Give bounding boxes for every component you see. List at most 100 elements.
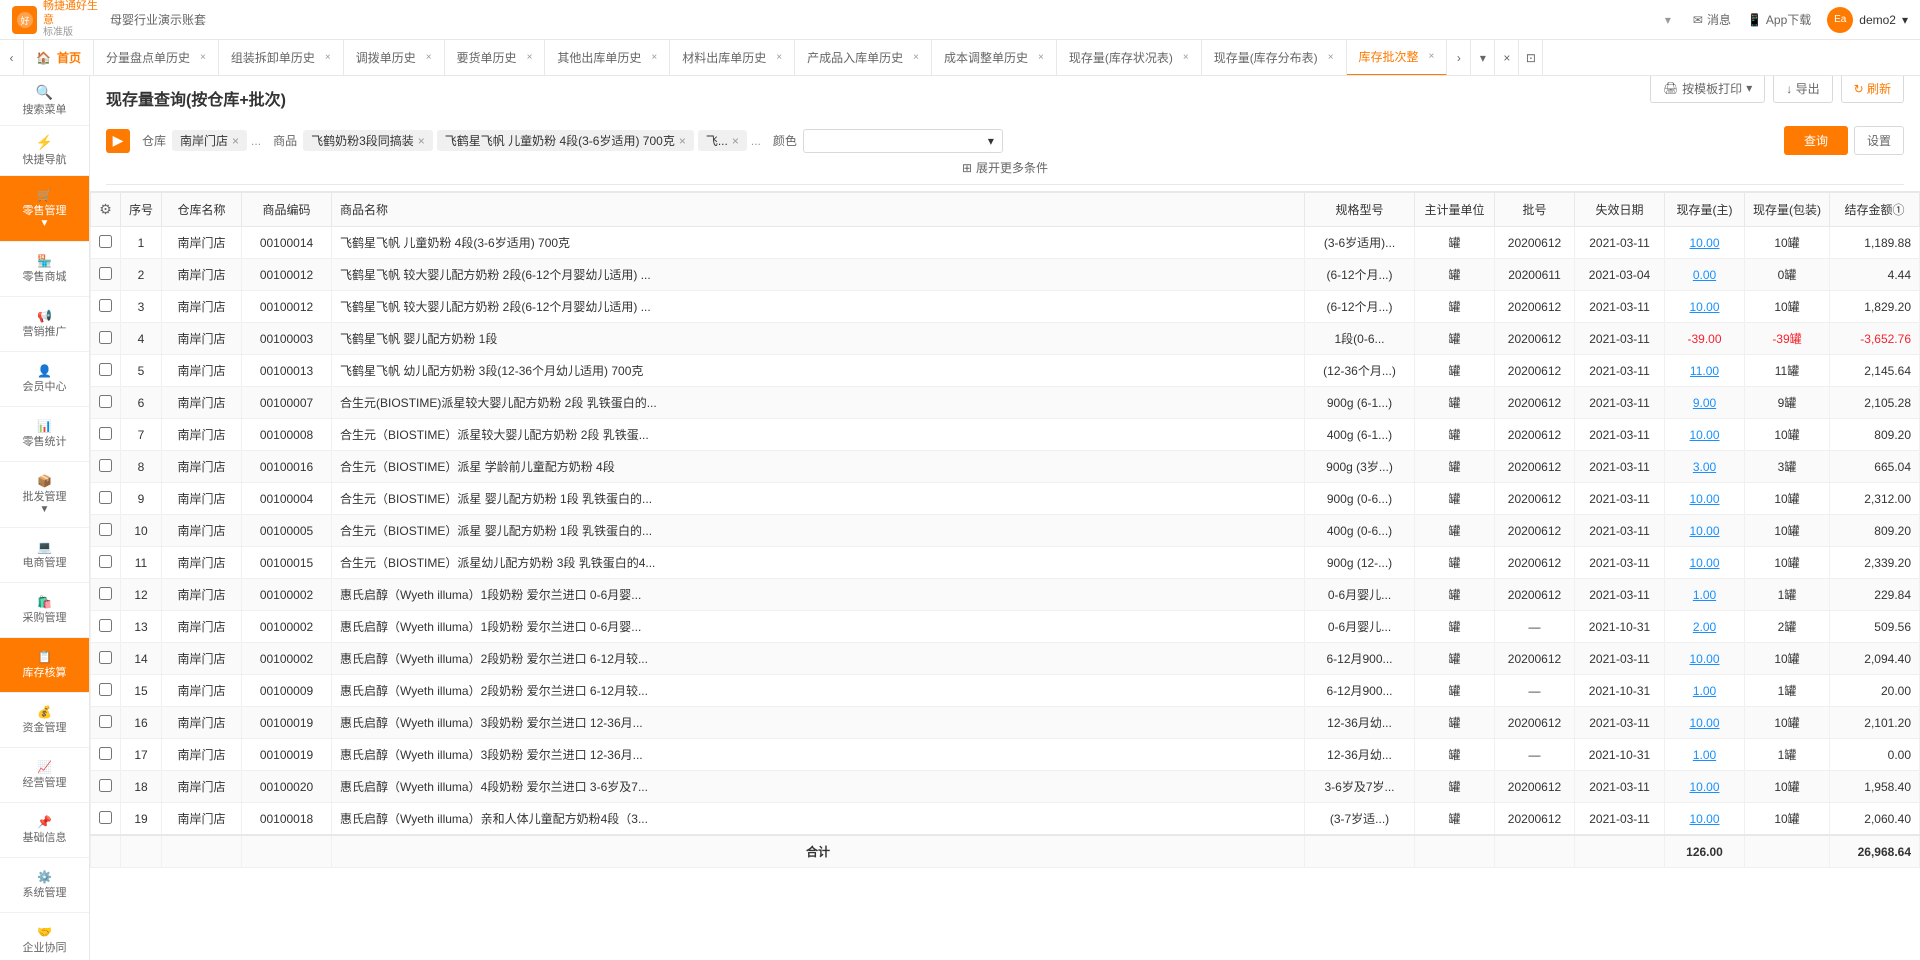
tab-fen-pan[interactable]: 分量盘点单历史 × bbox=[94, 40, 219, 76]
cell-stock-main[interactable]: 10.00 bbox=[1665, 291, 1745, 323]
row-checkbox[interactable] bbox=[99, 715, 112, 728]
cell-stock-main[interactable]: -39.00 bbox=[1665, 323, 1745, 355]
row-checkbox[interactable] bbox=[99, 683, 112, 696]
row-checkbox[interactable] bbox=[99, 619, 112, 632]
tab-chan-pin[interactable]: 产成品入库单历史 × bbox=[795, 40, 932, 76]
cell-checkbox[interactable] bbox=[91, 483, 121, 515]
row-checkbox[interactable] bbox=[99, 491, 112, 504]
tab-yao-huo[interactable]: 要货单历史 × bbox=[445, 40, 546, 76]
cell-checkbox[interactable] bbox=[91, 355, 121, 387]
row-checkbox[interactable] bbox=[99, 427, 112, 440]
row-checkbox[interactable] bbox=[99, 395, 112, 408]
cell-checkbox[interactable] bbox=[91, 227, 121, 259]
sidebar-item-ecommerce[interactable]: 💻 电商管理 bbox=[0, 528, 89, 583]
sidebar-item-basic[interactable]: 📌 基础信息 bbox=[0, 803, 89, 858]
cell-stock-main[interactable]: 11.00 bbox=[1665, 355, 1745, 387]
tab-close-zu-chai[interactable]: × bbox=[325, 52, 331, 63]
row-checkbox[interactable] bbox=[99, 331, 112, 344]
cell-checkbox[interactable] bbox=[91, 579, 121, 611]
cell-checkbox[interactable] bbox=[91, 675, 121, 707]
sidebar-item-enterprise[interactable]: 🤝 企业协同 bbox=[0, 913, 89, 960]
sidebar-item-marketing[interactable]: 📢 营销推广 bbox=[0, 297, 89, 352]
row-checkbox[interactable] bbox=[99, 523, 112, 536]
tab-close-qi-ta[interactable]: × bbox=[651, 52, 657, 63]
cell-stock-main[interactable]: 10.00 bbox=[1665, 803, 1745, 836]
cell-stock-main[interactable]: 3.00 bbox=[1665, 451, 1745, 483]
tab-tiao-bo[interactable]: 调拨单历史 × bbox=[344, 40, 445, 76]
row-checkbox[interactable] bbox=[99, 779, 112, 792]
cell-stock-main[interactable]: 1.00 bbox=[1665, 739, 1745, 771]
cell-stock-main[interactable]: 1.00 bbox=[1665, 579, 1745, 611]
cell-checkbox[interactable] bbox=[91, 643, 121, 675]
messages-btn[interactable]: ✉ 消息 bbox=[1693, 11, 1731, 28]
row-checkbox[interactable] bbox=[99, 811, 112, 824]
filter-expand-btn[interactable]: ▶ bbox=[106, 129, 130, 153]
cell-stock-main[interactable]: 10.00 bbox=[1665, 771, 1745, 803]
tab-menu-btn[interactable]: ▾ bbox=[1471, 40, 1495, 76]
cell-checkbox[interactable] bbox=[91, 451, 121, 483]
sidebar-item-purchase[interactable]: 🛍️ 采购管理 bbox=[0, 583, 89, 638]
goods-tag-2-close[interactable]: × bbox=[679, 134, 686, 148]
export-btn[interactable]: ↓ 导出 bbox=[1773, 76, 1832, 103]
expand-more-btn[interactable]: ⊞ 展开更多条件 bbox=[106, 155, 1904, 180]
row-checkbox[interactable] bbox=[99, 459, 112, 472]
cell-stock-main[interactable]: 10.00 bbox=[1665, 483, 1745, 515]
row-checkbox[interactable] bbox=[99, 267, 112, 280]
cell-checkbox[interactable] bbox=[91, 707, 121, 739]
sidebar-item-retail-shop[interactable]: 🏪 零售商城 bbox=[0, 242, 89, 297]
goods-tag-3-close[interactable]: × bbox=[732, 134, 739, 148]
query-btn[interactable]: 查询 bbox=[1784, 126, 1848, 155]
cell-checkbox[interactable] bbox=[91, 419, 121, 451]
sidebar-item-operations[interactable]: 📈 经营管理 bbox=[0, 748, 89, 803]
print-btn[interactable]: 🖨 按模板打印 ▾ bbox=[1650, 76, 1765, 103]
refresh-btn[interactable]: ↻ 刷新 bbox=[1841, 76, 1904, 103]
tab-qi-ta[interactable]: 其他出库单历史 × bbox=[545, 40, 670, 76]
tab-close-yao-huo[interactable]: × bbox=[527, 52, 533, 63]
cell-checkbox[interactable] bbox=[91, 803, 121, 836]
th-settings[interactable]: ⚙ bbox=[91, 193, 121, 227]
cell-stock-main[interactable]: 1.00 bbox=[1665, 675, 1745, 707]
sidebar-item-retail-stat[interactable]: 📊 零售统计 bbox=[0, 407, 89, 462]
sidebar-item-retail[interactable]: 🛒 零售管理 ▼ bbox=[0, 176, 89, 242]
cell-stock-main[interactable]: 10.00 bbox=[1665, 547, 1745, 579]
tab-close-all-btn[interactable]: × bbox=[1495, 40, 1519, 76]
sidebar-item-finance[interactable]: 💰 资金管理 bbox=[0, 693, 89, 748]
cell-stock-main[interactable]: 0.00 bbox=[1665, 259, 1745, 291]
cell-stock-main[interactable]: 10.00 bbox=[1665, 707, 1745, 739]
tab-home[interactable]: 🏠 首页 bbox=[24, 40, 94, 76]
user-area[interactable]: Ea demo2 ▾ bbox=[1827, 7, 1908, 33]
tab-zu-chai[interactable]: 组装拆卸单历史 × bbox=[219, 40, 344, 76]
cell-checkbox[interactable] bbox=[91, 611, 121, 643]
tab-ku-cun-pi[interactable]: 库存批次整 × bbox=[1347, 40, 1448, 76]
tab-expand-btn[interactable]: ⊡ bbox=[1519, 40, 1543, 76]
tab-close-xian-fen[interactable]: × bbox=[1328, 52, 1334, 63]
tab-close-tiao-bo[interactable]: × bbox=[426, 52, 432, 63]
tab-close-xian-zhuang[interactable]: × bbox=[1183, 52, 1189, 63]
app-download-btn[interactable]: 📱 App下载 bbox=[1747, 11, 1811, 28]
goods-tag-1-close[interactable]: × bbox=[418, 134, 425, 148]
row-checkbox[interactable] bbox=[99, 747, 112, 760]
tab-close-ku-cun[interactable]: × bbox=[1429, 51, 1435, 62]
color-dropdown[interactable]: ▾ bbox=[803, 129, 1003, 153]
sidebar-item-inventory[interactable]: 📋 库存核算 bbox=[0, 638, 89, 693]
tab-prev-btn[interactable]: ‹ bbox=[0, 40, 24, 76]
tab-xian-cun-zhuang[interactable]: 现存量(库存状况表) × bbox=[1057, 40, 1202, 76]
cell-checkbox[interactable] bbox=[91, 739, 121, 771]
column-settings-icon[interactable]: ⚙ bbox=[99, 201, 112, 217]
cell-checkbox[interactable] bbox=[91, 387, 121, 419]
cell-stock-main[interactable]: 10.00 bbox=[1665, 643, 1745, 675]
cell-checkbox[interactable] bbox=[91, 547, 121, 579]
tab-close-chan-pin[interactable]: × bbox=[913, 52, 919, 63]
tab-close-fen-pan[interactable]: × bbox=[200, 52, 206, 63]
cell-stock-main[interactable]: 10.00 bbox=[1665, 227, 1745, 259]
cell-stock-main[interactable]: 10.00 bbox=[1665, 515, 1745, 547]
sidebar-item-system[interactable]: ⚙️ 系统管理 bbox=[0, 858, 89, 913]
row-checkbox[interactable] bbox=[99, 299, 112, 312]
cell-stock-main[interactable]: 9.00 bbox=[1665, 387, 1745, 419]
cell-stock-main[interactable]: 10.00 bbox=[1665, 419, 1745, 451]
cell-checkbox[interactable] bbox=[91, 771, 121, 803]
tab-close-cheng-ben[interactable]: × bbox=[1038, 52, 1044, 63]
row-checkbox[interactable] bbox=[99, 555, 112, 568]
sidebar-search[interactable]: 🔍 搜索菜单 bbox=[0, 76, 89, 126]
tab-next-btn[interactable]: › bbox=[1447, 40, 1471, 76]
